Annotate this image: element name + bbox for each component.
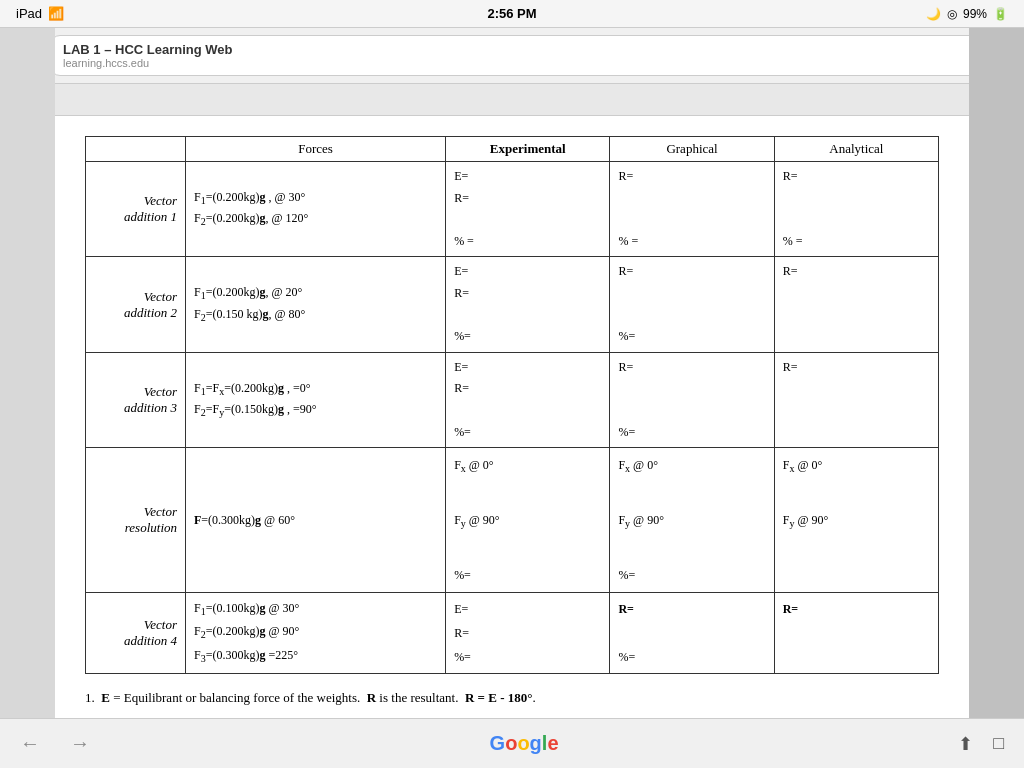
forces-cell-1: F1=(0.200kg)g , @ 30° F2=(0.200kg)g, @ 1… [186, 162, 446, 257]
exp-cell-5: E= R= %= [446, 593, 610, 674]
footnote: 1. E = Equilibrant or balancing force of… [85, 690, 939, 706]
header-analytical: Analytical [774, 137, 938, 162]
status-bar: iPad 📶 2:56 PM 🌙 ◎ 99% 🔋 [0, 0, 1024, 28]
exp-cell-4: Fx @ 0° Fy @ 90° %= [446, 448, 610, 593]
battery-icon: 🔋 [993, 7, 1008, 21]
content-area: Forces Experimental Graphical Analytical… [55, 116, 969, 718]
status-left: iPad 📶 [16, 6, 64, 21]
graph-cell-2: R= %= [610, 257, 774, 352]
anal-cell-3: R= [774, 352, 938, 447]
time-display: 2:56 PM [487, 6, 536, 21]
page-title: LAB 1 – HCC Learning Web [63, 42, 999, 57]
device-label: iPad [16, 6, 42, 21]
forces-cell-4: F=(0.300kg)g @ 60° [186, 448, 446, 593]
graph-cell-5: R= %= [610, 593, 774, 674]
forces-cell-3: F1=Fx=(0.200kg)g , =0° F2=Fy=(0.150kg)g … [186, 352, 446, 447]
toolbar-strip [0, 84, 1024, 116]
exp-cell-1: E= R= % = [446, 162, 610, 257]
table-row: Vectoraddition 4 F1=(0.100kg)g @ 30° F2=… [86, 593, 939, 674]
battery-label: 99% [963, 7, 987, 21]
header-forces: Forces [186, 137, 446, 162]
anal-cell-1: R= % = [774, 162, 938, 257]
row-label-4: Vectorresolution [86, 448, 186, 593]
table-row: Vectoraddition 2 F1=(0.200kg)g, @ 20° F2… [86, 257, 939, 352]
lab-table: Forces Experimental Graphical Analytical… [85, 136, 939, 674]
moon-icon: 🌙 [926, 7, 941, 21]
header-experimental: Experimental [446, 137, 610, 162]
wifi-icon: 📶 [48, 6, 64, 21]
exp-cell-2: E= R= %= [446, 257, 610, 352]
forces-cell-2: F1=(0.200kg)g, @ 20° F2=(0.150 kg)g, @ 8… [186, 257, 446, 352]
table-row: Vectoraddition 3 F1=Fx=(0.200kg)g , =0° … [86, 352, 939, 447]
address-bar[interactable]: LAB 1 – HCC Learning Web learning.hccs.e… [50, 35, 1012, 76]
forces-cell-5: F1=(0.100kg)g @ 30° F2=(0.200kg)g @ 90° … [186, 593, 446, 674]
side-right-panel [969, 28, 1024, 718]
back-nav-button[interactable]: ← [20, 732, 40, 755]
row-label-2: Vectoraddition 2 [86, 257, 186, 352]
exp-cell-3: E= R= %= [446, 352, 610, 447]
graph-cell-3: R= %= [610, 352, 774, 447]
page-url: learning.hccs.edu [63, 57, 999, 69]
row-label-3: Vectoraddition 3 [86, 352, 186, 447]
bottom-bar: ← → Google ⬆ □ [0, 718, 1024, 768]
table-header-row: Forces Experimental Graphical Analytical [86, 137, 939, 162]
side-left-panel [0, 28, 55, 718]
row-label-1: Vectoraddition 1 [86, 162, 186, 257]
location-icon: ◎ [947, 7, 957, 21]
tabs-icon[interactable]: □ [993, 733, 1004, 755]
bottom-nav: ← → [20, 732, 90, 755]
table-row: Vectorresolution F=(0.300kg)g @ 60° Fx @… [86, 448, 939, 593]
g-yellow: o [517, 732, 529, 755]
bottom-right-icons: ⬆ □ [958, 733, 1004, 755]
anal-cell-5: R= [774, 593, 938, 674]
graph-cell-1: R= % = [610, 162, 774, 257]
anal-cell-2: R= [774, 257, 938, 352]
header-empty [86, 137, 186, 162]
row-label-5: Vectoraddition 4 [86, 593, 186, 674]
anal-cell-4: Fx @ 0° Fy @ 90° [774, 448, 938, 593]
g-red: o [505, 732, 517, 755]
forward-nav-button[interactable]: → [70, 732, 90, 755]
status-right: 🌙 ◎ 99% 🔋 [926, 7, 1008, 21]
g-blue: G [490, 732, 506, 755]
google-logo: Google [490, 732, 559, 755]
g-red2: e [547, 732, 558, 755]
graph-cell-4: Fx @ 0° Fy @ 90° %= [610, 448, 774, 593]
g-blue2: g [530, 732, 542, 755]
table-row: Vectoraddition 1 F1=(0.200kg)g , @ 30° F… [86, 162, 939, 257]
header-graphical: Graphical [610, 137, 774, 162]
share-icon[interactable]: ⬆ [958, 733, 973, 755]
browser-bar: < LAB 1 – HCC Learning Web learning.hccs… [0, 28, 1024, 84]
